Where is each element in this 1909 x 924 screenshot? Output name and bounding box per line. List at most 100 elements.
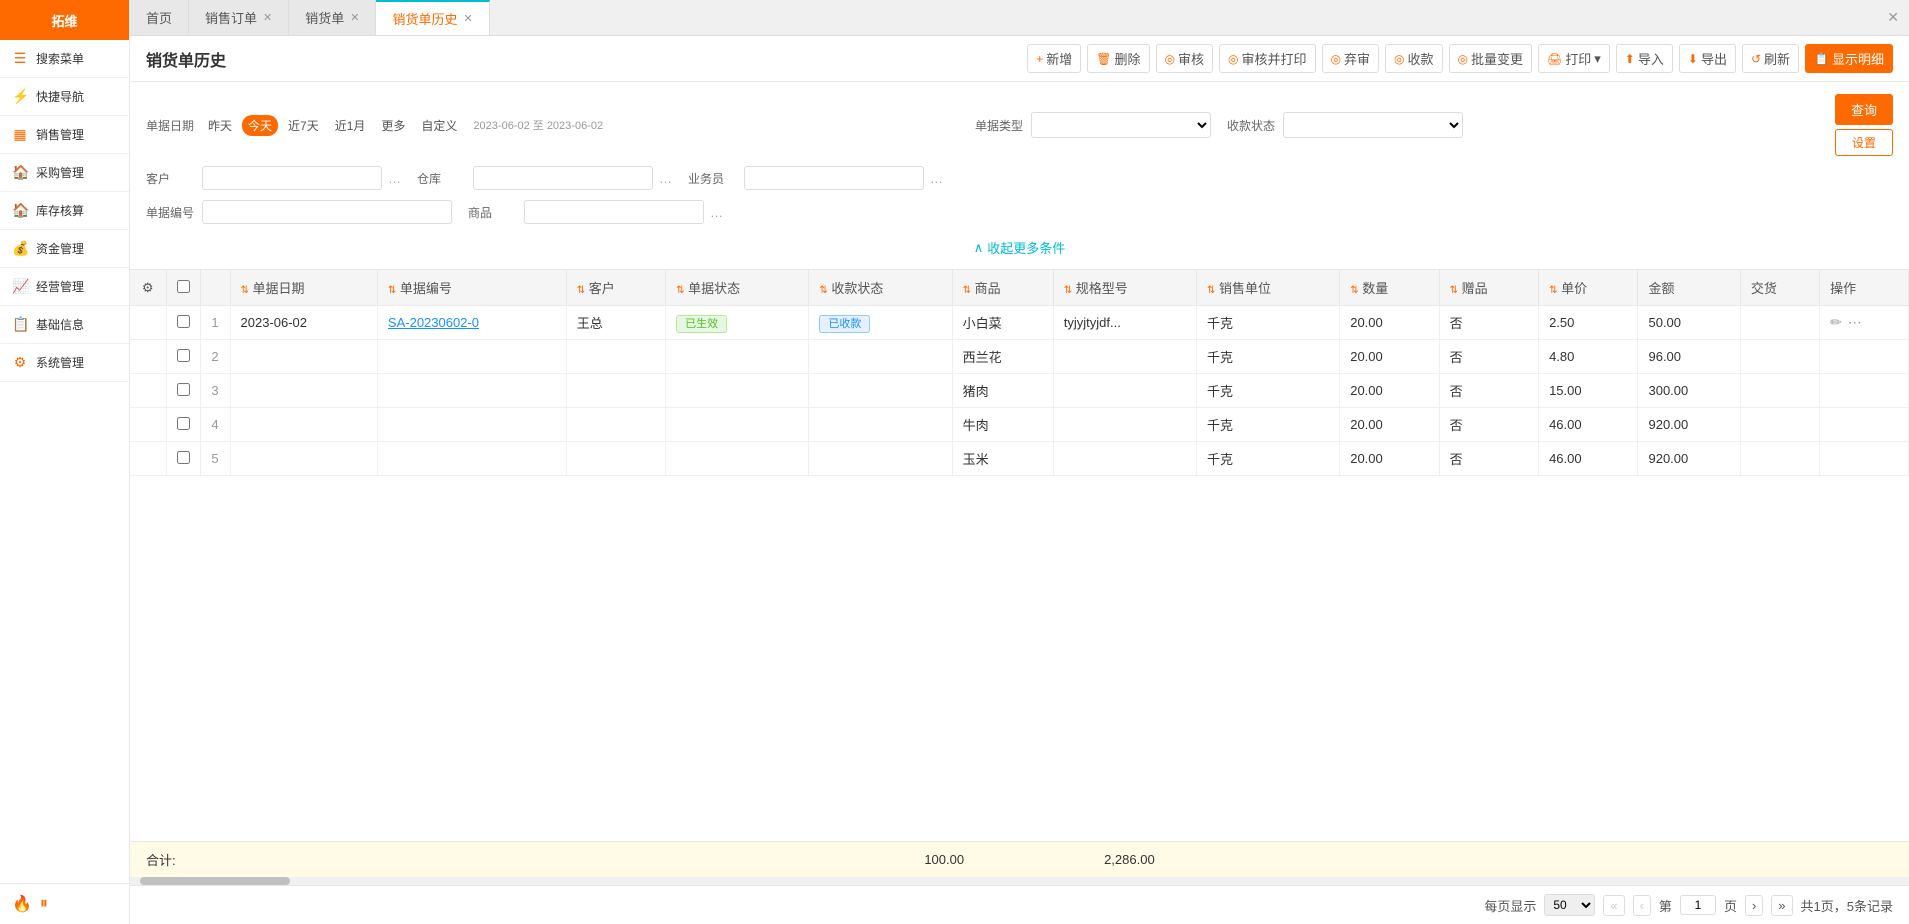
warehouse-dots[interactable]: … <box>659 171 672 186</box>
next-page-button[interactable]: › <box>1745 895 1763 916</box>
col-sales-unit[interactable]: ⇅ 销售单位 <box>1196 270 1339 306</box>
col-spec-type[interactable]: ⇅ 规格型号 <box>1053 270 1196 306</box>
collect-button[interactable]: ◎ 收款 <box>1385 44 1443 73</box>
audit-print-button[interactable]: ◎ 审核并打印 <box>1219 44 1316 73</box>
tab-sales-history-close[interactable]: ✕ <box>464 12 473 25</box>
query-button[interactable]: 查询 <box>1835 94 1893 125</box>
export-button[interactable]: ⬇ 导出 <box>1679 44 1736 73</box>
set-button[interactable]: 设置 <box>1835 129 1893 156</box>
more-icon-0[interactable]: ⋯ <box>1848 314 1862 331</box>
col-qty[interactable]: ⇅ 数量 <box>1340 270 1439 306</box>
date-tab-today[interactable]: 今天 <box>242 115 278 136</box>
page-size-select[interactable]: 20 50 100 <box>1544 894 1595 916</box>
date-tab-7days[interactable]: 近7天 <box>282 115 325 136</box>
goods-dots[interactable]: … <box>710 205 723 220</box>
warehouse-label: 仓库 <box>417 170 467 187</box>
refresh-button[interactable]: ↺ 刷新 <box>1742 44 1799 73</box>
date-tab-1month[interactable]: 近1月 <box>329 115 372 136</box>
row-num-1: 2 <box>200 340 230 374</box>
sidebar-item-base-info[interactable]: 📋 基础信息 <box>0 306 129 344</box>
col-doc-no[interactable]: ⇅ 单据编号 <box>377 270 566 306</box>
first-page-button[interactable]: « <box>1603 895 1624 916</box>
sidebar-item-inventory[interactable]: 🏠 库存核算 <box>0 192 129 230</box>
prev-page-button[interactable]: ‹ <box>1633 895 1651 916</box>
collect-status-select[interactable] <box>1283 112 1463 138</box>
col-collect-status[interactable]: ⇅ 收款状态 <box>809 270 952 306</box>
collapse-button[interactable]: ∧ 收起更多条件 <box>146 234 1893 257</box>
col-doc-status[interactable]: ⇅ 单据状态 <box>666 270 809 306</box>
salesperson-dots[interactable]: … <box>930 171 943 186</box>
row-check-3[interactable] <box>166 408 200 442</box>
col-goods[interactable]: ⇅ 商品 <box>952 270 1053 306</box>
tab-sales-goods-close[interactable]: ✕ <box>350 11 359 24</box>
row-check-4[interactable] <box>166 442 200 476</box>
row-checkbox-0[interactable] <box>177 315 190 328</box>
display-detail-button[interactable]: 📋 显示明细 <box>1805 44 1893 73</box>
sidebar-item-finance[interactable]: 💰 资金管理 <box>0 230 129 268</box>
row-checkbox-4[interactable] <box>177 451 190 464</box>
batch-change-button[interactable]: ◎ 批量变更 <box>1449 44 1533 73</box>
col-doc-date[interactable]: ⇅ 单据日期 <box>230 270 377 306</box>
row-checkbox-2[interactable] <box>177 383 190 396</box>
scrollbar-thumb[interactable] <box>140 877 290 885</box>
sidebar-item-label: 销售管理 <box>36 126 84 143</box>
sidebar-item-quick-nav[interactable]: ⚡ 快捷导航 <box>0 78 129 116</box>
tab-sales-goods[interactable]: 销货单 ✕ <box>289 0 376 35</box>
sidebar-item-purchase-mgmt[interactable]: 🏠 采购管理 <box>0 154 129 192</box>
delete-button[interactable]: 🗑 删除 <box>1087 44 1149 73</box>
salesperson-input[interactable] <box>744 166 924 190</box>
edit-icon-0[interactable]: ✏ <box>1830 314 1842 331</box>
tabs-close-all[interactable]: ✕ <box>1887 9 1909 26</box>
tab-sales-order-close[interactable]: ✕ <box>263 11 272 24</box>
col-unit-price[interactable]: ⇅ 单价 <box>1539 270 1638 306</box>
date-tab-custom[interactable]: 自定义 <box>415 115 463 136</box>
col-setting[interactable]: ⚙ <box>130 270 166 306</box>
row-check-0[interactable] <box>166 306 200 340</box>
customer-dots[interactable]: … <box>388 171 401 186</box>
row-doc-date-2 <box>230 374 377 408</box>
row-setting-0 <box>130 306 166 340</box>
doc-type-select[interactable] <box>1031 112 1211 138</box>
page-input[interactable] <box>1680 895 1716 915</box>
row-doc-no-0: SA-20230602-0 <box>377 306 566 340</box>
new-button[interactable]: + 新增 <box>1027 44 1081 73</box>
tab-sales-history[interactable]: 销货单历史 ✕ <box>376 0 489 35</box>
sidebar-item-sys-mgmt[interactable]: ⚙ 系统管理 <box>0 344 129 382</box>
row-amount-0: 50.00 <box>1638 306 1740 340</box>
filter-goods: 商品 … <box>468 200 723 224</box>
doc-num-input[interactable] <box>202 200 452 224</box>
audit-button[interactable]: ◎ 审核 <box>1156 44 1214 73</box>
import-button[interactable]: ⬆ 导入 <box>1616 44 1673 73</box>
sidebar-bottom-icon1[interactable]: 🔥 <box>12 894 32 914</box>
tab-sales-order[interactable]: 销售订单 ✕ <box>189 0 289 35</box>
warehouse-input[interactable] <box>473 166 653 190</box>
sidebar-item-label: 库存核算 <box>36 202 84 219</box>
tab-home[interactable]: 首页 <box>130 0 189 35</box>
print-button[interactable]: 🖨 打印 ▾ <box>1538 44 1610 73</box>
col-check[interactable] <box>166 270 200 306</box>
col-gift[interactable]: ⇅ 赠品 <box>1439 270 1538 306</box>
sidebar-item-search-menu[interactable]: ☰ 搜索菜单 <box>0 40 129 78</box>
col-customer[interactable]: ⇅ 客户 <box>566 270 665 306</box>
sidebar-bottom-icon2[interactable]: ⏸ <box>40 895 48 913</box>
data-table-wrapper[interactable]: ⚙ ⇅ 单据日期 ⇅ 单据编号 ⇅ 客户 ⇅ 单据状态 ⇅ 收款状态 ⇅ 商品 … <box>130 270 1909 841</box>
abandon-button[interactable]: ◎ 弃审 <box>1322 44 1380 73</box>
sidebar-item-sales-mgmt[interactable]: ▦ 销售管理 <box>0 116 129 154</box>
goods-input[interactable] <box>524 200 704 224</box>
row-checkbox-1[interactable] <box>177 349 190 362</box>
row-check-2[interactable] <box>166 374 200 408</box>
date-tab-yesterday[interactable]: 昨天 <box>202 115 238 136</box>
sidebar-item-operation[interactable]: 📈 经营管理 <box>0 268 129 306</box>
horizontal-scrollbar[interactable] <box>130 877 1909 885</box>
select-all-checkbox[interactable] <box>177 280 190 293</box>
row-goods-0: 小白菜 <box>952 306 1053 340</box>
doc-no-link-0[interactable]: SA-20230602-0 <box>388 315 479 330</box>
customer-input[interactable] <box>202 166 382 190</box>
row-check-1[interactable] <box>166 340 200 374</box>
audit-icon: ◎ <box>1165 52 1175 66</box>
last-page-button[interactable]: » <box>1771 895 1792 916</box>
sidebar-item-label: 系统管理 <box>36 354 84 371</box>
date-tab-more[interactable]: 更多 <box>375 115 411 136</box>
row-checkbox-3[interactable] <box>177 417 190 430</box>
print-dropdown-icon: ▾ <box>1594 51 1601 67</box>
